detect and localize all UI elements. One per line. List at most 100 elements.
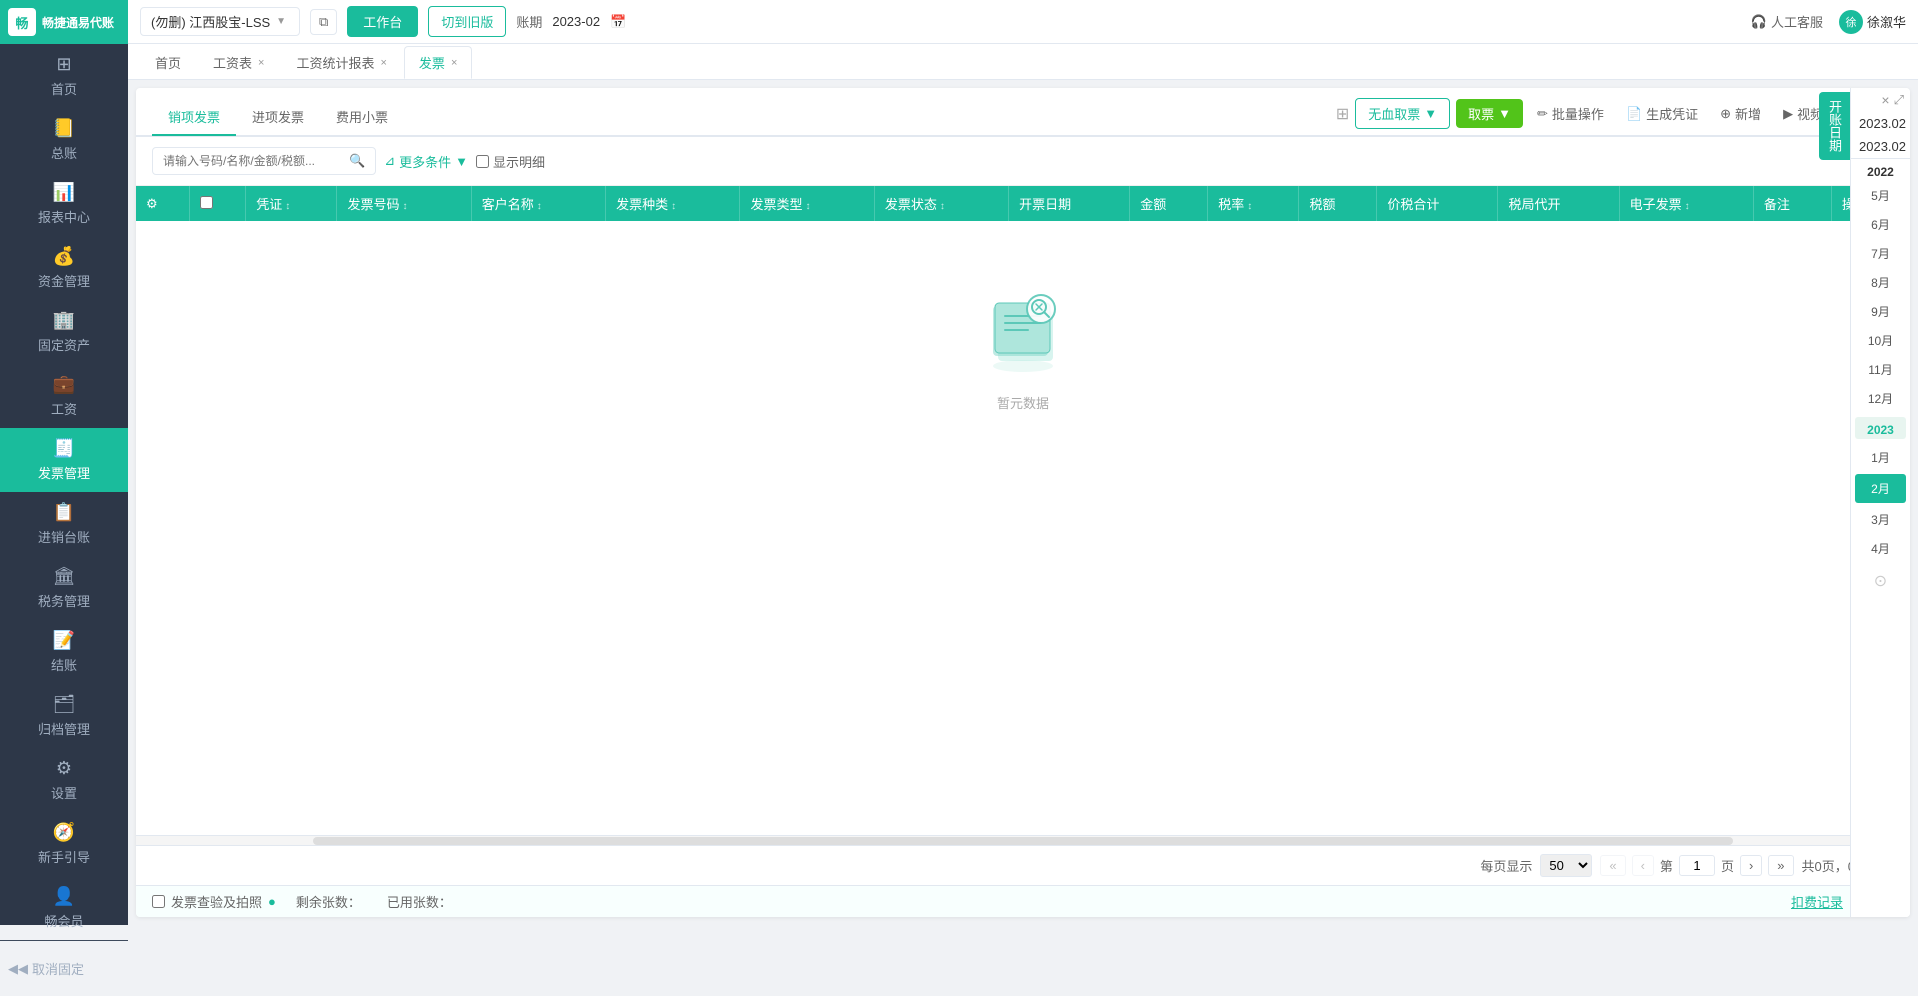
sidebar-item-member[interactable]: 👤 畅会员	[0, 876, 128, 940]
plus-icon: ⊕	[1720, 106, 1731, 122]
unpin-btn[interactable]: ◀◀ 取消固定	[4, 949, 124, 988]
col-invoice-type[interactable]: 发票种类↕	[606, 186, 740, 221]
month-2023-3[interactable]: 3月	[1851, 505, 1910, 534]
col-invoice-status[interactable]: 发票状态↕	[874, 186, 1008, 221]
col-tax-rate[interactable]: 税率↕	[1208, 186, 1299, 221]
col-invoice-no[interactable]: 发票号码↕	[337, 186, 471, 221]
sidebar-item-payroll[interactable]: 💼 工资	[0, 364, 128, 428]
col-settings[interactable]: ⚙	[136, 186, 189, 221]
sub-tab-sales[interactable]: 销项发票	[152, 99, 236, 136]
open-date-btn[interactable]: 开账日期	[1819, 92, 1850, 160]
fee-record-link[interactable]: 扣费记录	[1791, 892, 1843, 911]
no-voucher-btn[interactable]: 无血取票 ▼	[1355, 98, 1450, 129]
col-open-date[interactable]: 开票日期	[1009, 186, 1130, 221]
open-date-label: 开账日期	[1827, 100, 1842, 152]
month-2023-4[interactable]: 4月	[1851, 534, 1910, 563]
tab-home[interactable]: 首页	[140, 46, 196, 79]
batch-op-btn[interactable]: ✏ 批量操作	[1529, 99, 1612, 128]
prev-page-btn[interactable]: ‹	[1632, 855, 1654, 876]
search-box[interactable]: 🔍	[152, 147, 376, 175]
check-checkbox[interactable]	[152, 895, 165, 908]
tab-payroll-label: 工资表	[213, 53, 252, 72]
month-2022-7[interactable]: 7月	[1851, 239, 1910, 268]
remaining-label: 剩余张数：	[296, 892, 361, 911]
month-2022-9[interactable]: 9月	[1851, 297, 1910, 326]
sidebar-label-funds: 资金管理	[38, 271, 90, 290]
sidebar-item-guide[interactable]: 🧭 新手引导	[0, 812, 128, 876]
calendar-icon: 📅	[610, 14, 626, 30]
first-page-btn[interactable]: «	[1600, 855, 1625, 876]
sub-tab-purchase[interactable]: 进项发票	[236, 99, 320, 136]
page-input[interactable]	[1679, 855, 1715, 876]
month-2023-1[interactable]: 1月	[1851, 443, 1910, 472]
period-entry-1[interactable]: 2023.02	[1851, 112, 1910, 135]
gen-voucher-btn[interactable]: 📄 生成凭证	[1618, 99, 1706, 128]
sidebar-item-reports[interactable]: 📊 报表中心	[0, 172, 128, 236]
period-entry-2[interactable]: 2023.02	[1851, 135, 1910, 159]
col-voucher[interactable]: 凭证↕	[246, 186, 337, 221]
grid-icon: ⊞	[1336, 104, 1349, 124]
month-2022-8[interactable]: 8月	[1851, 268, 1910, 297]
month-2022-12[interactable]: 12月	[1851, 384, 1910, 413]
sidebar-item-settings[interactable]: ⚙ 设置	[0, 748, 128, 812]
headset-icon: 🎧	[1751, 14, 1767, 30]
sidebar-item-archive[interactable]: 🗂 归档管理	[0, 684, 128, 748]
sidebar-label-payroll: 工资	[51, 399, 77, 418]
sidebar-item-invoice-mgmt[interactable]: 🧾 发票管理	[0, 428, 128, 492]
topbar: (勿删) 江西股宝-LSS ▼ ⧉ 工作台 切到旧版 账期 2023-02 📅 …	[128, 0, 1918, 44]
col-invoice-cat[interactable]: 发票类型↕	[740, 186, 874, 221]
more-filter-btn[interactable]: ⊿ 更多条件 ▼	[384, 152, 468, 171]
sub-tab-expense[interactable]: 费用小票	[320, 99, 404, 136]
scroll-indicator: ⊙	[1851, 563, 1910, 599]
sidebar-item-sales-account[interactable]: 📋 进销台账	[0, 492, 128, 556]
col-tax-total[interactable]: 价税合计	[1377, 186, 1498, 221]
workbench-btn[interactable]: 工作台	[347, 6, 418, 37]
sub-tabs: 销项发票 进项发票 费用小票 ⊞ 无血取票 ▼ 取票 ▼ ✏	[136, 88, 1910, 137]
month-2022-5[interactable]: 5月	[1851, 181, 1910, 210]
col-tax[interactable]: 税额	[1299, 186, 1377, 221]
tab-payroll-stats-close[interactable]: ×	[380, 57, 386, 69]
last-page-btn[interactable]: »	[1768, 855, 1793, 876]
month-2022-10[interactable]: 10月	[1851, 326, 1910, 355]
tab-payroll[interactable]: 工资表 ×	[198, 46, 279, 79]
sidebar-item-tax[interactable]: 🏛 税务管理	[0, 556, 128, 620]
show-detail-label[interactable]: 显示明细	[476, 152, 545, 171]
new-btn[interactable]: ⊕ 新增	[1712, 99, 1769, 128]
col-checkbox[interactable]	[189, 186, 245, 221]
copy-btn[interactable]: ⧉	[310, 9, 337, 35]
expand-icon[interactable]: ⤢	[1894, 92, 1904, 108]
support-text: 人工客服	[1771, 12, 1823, 31]
switch-version-btn[interactable]: 切到旧版	[428, 6, 506, 37]
company-selector[interactable]: (勿删) 江西股宝-LSS ▼	[140, 7, 300, 36]
col-e-invoice[interactable]: 电子发票↕	[1619, 186, 1753, 221]
sidebar-item-close[interactable]: 📝 结账	[0, 620, 128, 684]
col-amount[interactable]: 金额	[1130, 186, 1208, 221]
user-menu[interactable]: 徐 徐溆华	[1839, 10, 1906, 34]
next-page-btn[interactable]: ›	[1740, 855, 1762, 876]
tab-payroll-close[interactable]: ×	[258, 57, 264, 69]
unpin-label: 取消固定	[32, 959, 84, 978]
sidebar-item-home[interactable]: ⊞ 首页	[0, 44, 128, 108]
page-size-select[interactable]: 50 20 100	[1540, 854, 1592, 877]
month-2022-6[interactable]: 6月	[1851, 210, 1910, 239]
tab-invoice[interactable]: 发票 ×	[404, 46, 472, 79]
sidebar-item-ledger[interactable]: 📒 总账	[0, 108, 128, 172]
sidebar-item-assets[interactable]: 🏢 固定资产	[0, 300, 128, 364]
year-2022-label: 2022	[1851, 159, 1910, 181]
voucher-icon: 📄	[1626, 106, 1642, 122]
support-link[interactable]: 🎧 人工客服	[1751, 12, 1823, 31]
month-2023-2[interactable]: 2月	[1855, 474, 1906, 503]
show-detail-checkbox[interactable]	[476, 155, 489, 168]
search-input[interactable]	[163, 154, 343, 168]
pagination: « ‹ 第 页 › »	[1600, 855, 1793, 876]
month-2022-11[interactable]: 11月	[1851, 355, 1910, 384]
col-customer[interactable]: 客户名称↕	[471, 186, 605, 221]
col-tax-code[interactable]: 税局代开	[1498, 186, 1619, 221]
panel-close-icon[interactable]: ×	[1881, 92, 1889, 108]
take-ticket-btn[interactable]: 取票 ▼	[1456, 99, 1523, 128]
tab-invoice-close[interactable]: ×	[451, 57, 457, 69]
select-all-checkbox[interactable]	[200, 196, 213, 209]
tab-payroll-stats[interactable]: 工资统计报表 ×	[281, 46, 401, 79]
sidebar-item-funds[interactable]: 💰 资金管理	[0, 236, 128, 300]
col-remark[interactable]: 备注	[1753, 186, 1831, 221]
